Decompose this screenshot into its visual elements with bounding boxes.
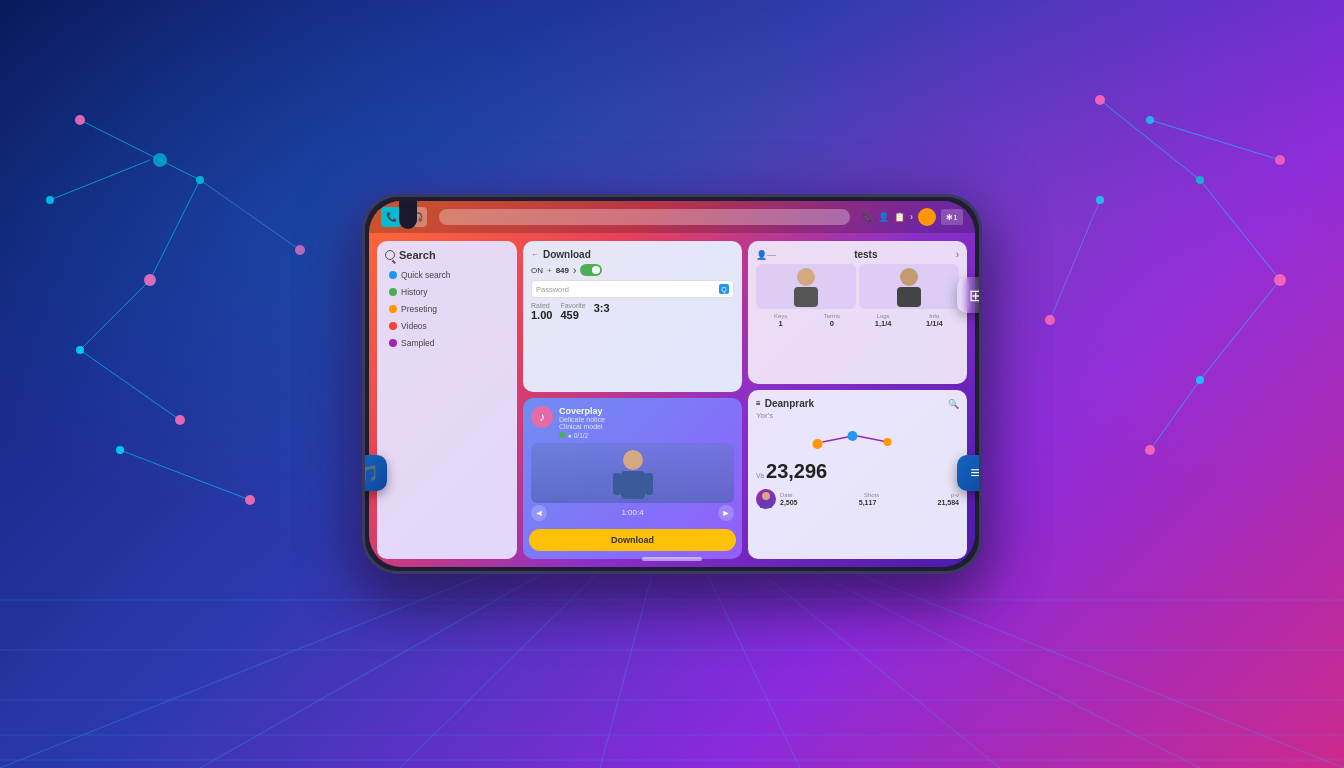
cover-section: ♪ Coverplay Delicate notice Clinical mod… xyxy=(523,398,742,559)
music-icon: ♪ xyxy=(531,406,553,428)
svg-point-53 xyxy=(900,268,918,286)
stat-info: Info 1/1/4 xyxy=(910,313,959,328)
svg-rect-52 xyxy=(794,287,818,307)
download-panel-header: ← Download xyxy=(531,249,734,260)
dashboard-bottom: Date Shots p-v 2,505 5,117 21,584 xyxy=(756,489,959,509)
tests-panel: 👤 — tests › xyxy=(748,241,967,384)
cover-content: ♪ Coverplay Delicate notice Clinical mod… xyxy=(531,406,734,439)
download-toggle-row: ON + 849 › xyxy=(531,264,734,276)
svg-point-57 xyxy=(848,431,858,441)
person-card-1 xyxy=(756,264,856,309)
nav-arrows: ◄ 1:00:4 ► xyxy=(531,505,734,521)
search-panel: Search Quick search History Preseting xyxy=(377,241,517,559)
middle-column: ← Download ON + 849 › Password Q xyxy=(523,241,742,559)
download-button[interactable]: Download xyxy=(529,529,736,551)
stat-keys: Keys 1 xyxy=(756,313,805,328)
phone-content: Search Quick search History Preseting xyxy=(369,233,975,567)
menu-item-history[interactable]: History xyxy=(385,285,509,299)
menu-dot xyxy=(389,322,397,330)
side-icon-menu[interactable]: ≡ xyxy=(957,455,982,491)
tests-header: 👤 — tests › xyxy=(756,249,959,260)
search-button-icon[interactable]: Q xyxy=(719,284,729,294)
phone-body: 📞 🎧 📞 👤 📋 › ✱1 xyxy=(362,194,982,574)
stat-favorite: Favorite 459 xyxy=(560,302,585,321)
menu-dot xyxy=(389,288,397,296)
dashboard-avatar xyxy=(756,489,776,509)
cover-text: Coverplay Delicate notice Clinical model… xyxy=(559,406,734,439)
menu-item-sampled[interactable]: Sampled xyxy=(385,336,509,350)
topbar-right-section: 📞 👤 📋 › ✱1 xyxy=(862,208,963,226)
menu-item-videos[interactable]: Videos xyxy=(385,319,509,333)
topbar-search-bar[interactable] xyxy=(439,209,850,225)
people-grid xyxy=(756,264,959,309)
stat-misc: 3:3 xyxy=(594,302,610,321)
person-card-2 xyxy=(859,264,959,309)
stat-rated: Rated 1.00 xyxy=(531,302,552,321)
time-display: 1:00:4 xyxy=(621,508,643,517)
side-icon-grid[interactable]: ⊞ xyxy=(957,277,982,313)
svg-point-55 xyxy=(813,439,823,449)
menu-dot xyxy=(389,339,397,347)
svg-point-51 xyxy=(797,268,815,286)
side-icon-music[interactable]: 🎵 xyxy=(362,455,387,491)
person-thumbnail xyxy=(531,443,734,503)
right-column: 👤 — tests › xyxy=(748,241,967,559)
download-panel: ← Download ON + 849 › Password Q xyxy=(523,241,742,392)
svg-rect-61 xyxy=(760,501,772,508)
dashboard-panel: ≡ Deanprark 🔍 Yor's xyxy=(748,390,967,559)
phone-mockup: 📞 🎧 📞 👤 📋 › ✱1 xyxy=(362,194,982,574)
menu-item-preseting[interactable]: Preseting xyxy=(385,302,509,316)
svg-point-60 xyxy=(762,492,770,500)
password-input[interactable]: Password Q xyxy=(531,280,734,298)
search-panel-title: Search xyxy=(385,249,509,261)
svg-point-59 xyxy=(884,438,892,446)
dashboard-header: ≡ Deanprark 🔍 xyxy=(756,398,959,409)
topbar-phone-icon[interactable]: 📞 xyxy=(381,207,401,227)
svg-rect-50 xyxy=(645,473,653,495)
stat-terms: Terms 0 xyxy=(807,313,856,328)
phone-home-bar xyxy=(642,557,702,561)
tests-stats-grid: Keys 1 Terms 0 Logs 1,1/4 xyxy=(756,313,959,328)
menu-dot xyxy=(389,305,397,313)
phone-screen: 📞 🎧 📞 👤 📋 › ✱1 xyxy=(369,201,975,567)
stat-logs: Logs 1,1/4 xyxy=(859,313,908,328)
dashboard-stats: Date Shots p-v 2,505 5,117 21,584 xyxy=(780,492,959,506)
phone-topbar: 📞 🎧 📞 👤 📋 › ✱1 xyxy=(369,201,975,233)
topbar-badge[interactable]: ✱1 xyxy=(941,209,963,225)
stats-row: Rated 1.00 Favorite 459 3:3 xyxy=(531,302,734,321)
nav-next-button[interactable]: ► xyxy=(718,505,734,521)
svg-rect-54 xyxy=(897,287,921,307)
phone-notch xyxy=(399,201,417,229)
status-dot-orange xyxy=(918,208,936,226)
svg-rect-49 xyxy=(613,473,621,495)
menu-dot xyxy=(389,271,397,279)
svg-point-47 xyxy=(623,450,643,470)
svg-rect-48 xyxy=(621,471,645,499)
scatter-chart xyxy=(756,424,959,454)
dashboard-search-icon[interactable]: 🔍 xyxy=(948,399,959,409)
tests-nav-next[interactable]: › xyxy=(956,249,959,260)
toggle-switch[interactable] xyxy=(580,264,602,276)
nav-prev-button[interactable]: ◄ xyxy=(531,505,547,521)
svg-line-58 xyxy=(858,436,888,442)
menu-item-quick-search[interactable]: Quick search xyxy=(385,268,509,282)
big-number-row: Va 23,296 xyxy=(756,456,959,487)
search-icon xyxy=(385,250,395,260)
dashboard-subtitle: Yor's xyxy=(756,411,959,420)
status-dot-green xyxy=(559,432,565,438)
